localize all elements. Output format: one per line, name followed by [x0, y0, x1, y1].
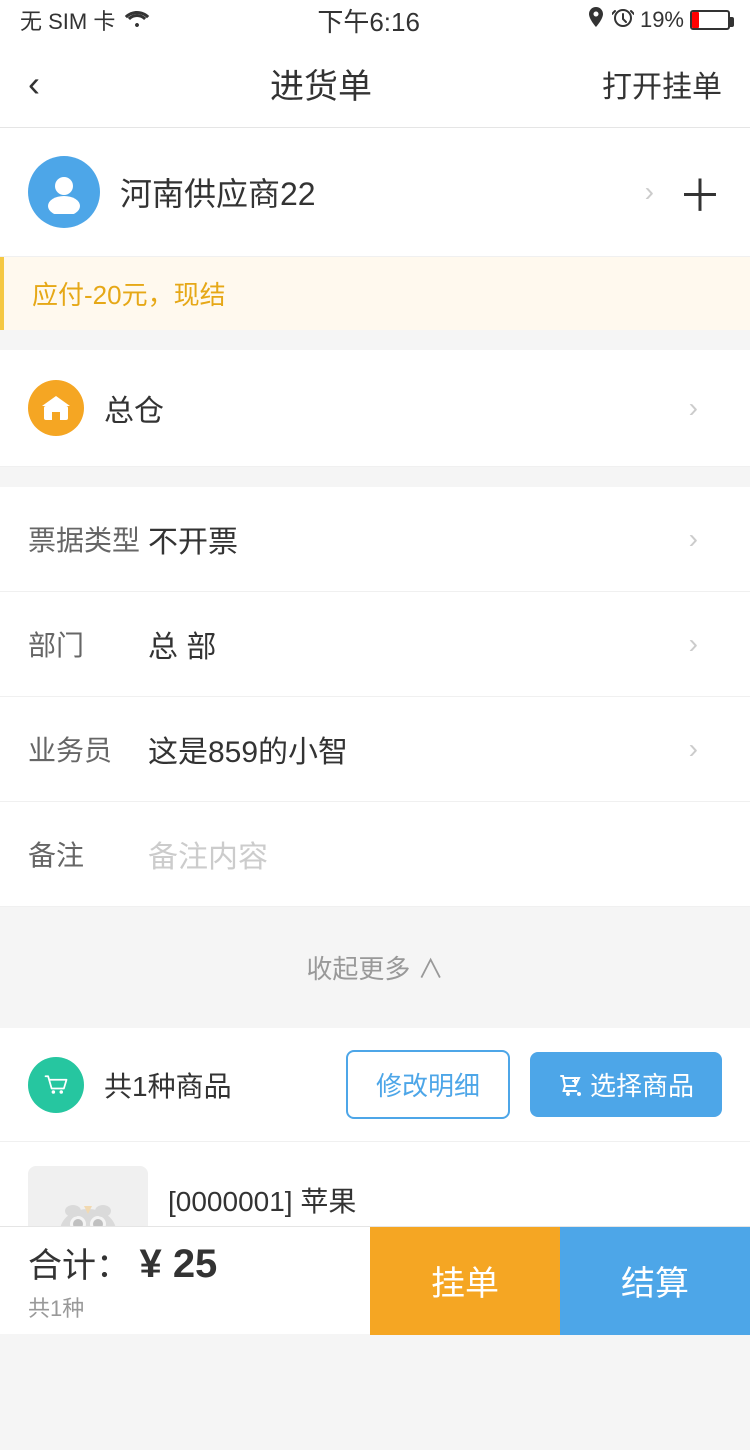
add-supplier-button[interactable]: ＋ — [678, 160, 722, 224]
department-label: 部门 — [28, 624, 148, 664]
back-button[interactable]: ‹ — [28, 63, 40, 105]
remark-label: 备注 — [28, 834, 148, 874]
supplier-name: 河南供应商22 — [120, 169, 645, 215]
total-value: ¥ 25 — [139, 1242, 217, 1286]
form-section: 票据类型 不开票 › 部门 总 部 › 业务员 这是859的小智 › 备注 备注… — [0, 487, 750, 907]
edit-detail-button[interactable]: 修改明细 — [346, 1050, 510, 1119]
product-code: [0000001] — [168, 1186, 293, 1217]
status-time: 下午6:16 — [317, 2, 420, 39]
ticket-type-label: 票据类型 — [28, 519, 148, 559]
salesman-label: 业务员 — [28, 729, 148, 769]
warehouse-section: 总仓 › — [0, 350, 750, 467]
department-row[interactable]: 部门 总 部 › — [0, 592, 750, 697]
ticket-type-value: 不开票 — [148, 517, 689, 561]
cart-plus-icon — [558, 1073, 582, 1097]
select-product-label: 选择商品 — [590, 1066, 694, 1103]
battery-icon — [690, 10, 730, 30]
product-cart-icon — [28, 1057, 84, 1113]
chevron-right-icon: › — [645, 176, 654, 208]
supplier-row[interactable]: 河南供应商22 › ＋ — [0, 128, 750, 257]
collapse-button[interactable]: 收起更多 ∧ — [0, 927, 750, 1008]
notice-bar: 应付-20元，现结 — [0, 257, 750, 330]
nav-bar: ‹ 进货单 打开挂单 — [0, 40, 750, 128]
warehouse-row[interactable]: 总仓 › — [0, 350, 750, 467]
salesman-row[interactable]: 业务员 这是859的小智 › — [0, 697, 750, 802]
status-right: 19% — [586, 7, 730, 33]
ticket-type-row[interactable]: 票据类型 不开票 › — [0, 487, 750, 592]
battery-fill — [692, 12, 699, 28]
open-pending-button[interactable]: 打开挂单 — [602, 62, 722, 106]
carrier-text: 无 SIM 卡 — [20, 4, 115, 36]
product-fruit-name: 苹果 — [300, 1186, 356, 1217]
warehouse-icon — [28, 380, 84, 436]
product-header: 共1种商品 修改明细 选择商品 — [0, 1028, 750, 1142]
department-value: 总 部 — [148, 622, 689, 666]
department-chevron-icon: › — [689, 628, 698, 660]
product-count-text: 共1种商品 — [104, 1065, 326, 1105]
pending-button[interactable]: 挂单 — [370, 1227, 560, 1335]
warehouse-chevron-icon: › — [689, 392, 698, 424]
select-product-button[interactable]: 选择商品 — [530, 1052, 722, 1117]
alarm-icon — [612, 7, 634, 33]
total-label: 合计： — [28, 1247, 130, 1285]
salesman-value: 这是859的小智 — [148, 727, 689, 771]
status-bar: 无 SIM 卡 下午6:16 19% — [0, 0, 750, 40]
supplier-section: 河南供应商22 › ＋ 应付-20元，现结 — [0, 128, 750, 330]
bottom-bar: 合计： ¥ 25 共1种 挂单 结算 — [0, 1226, 750, 1334]
product-name: [0000001] 苹果 — [168, 1180, 670, 1220]
warehouse-name: 总仓 — [104, 386, 689, 430]
salesman-chevron-icon: › — [689, 733, 698, 765]
remark-value: 备注内容 — [148, 832, 722, 876]
wifi-icon — [123, 7, 151, 33]
ticket-type-chevron-icon: › — [689, 523, 698, 555]
remark-row[interactable]: 备注 备注内容 — [0, 802, 750, 907]
location-icon — [586, 7, 606, 33]
page-title: 进货单 — [270, 59, 372, 108]
status-left: 无 SIM 卡 — [20, 4, 151, 36]
total-amount: 合计： ¥ 25 — [28, 1238, 342, 1287]
total-count: 共1种 — [28, 1291, 342, 1323]
supplier-avatar — [28, 156, 100, 228]
total-area: 合计： ¥ 25 共1种 — [0, 1238, 370, 1323]
checkout-button[interactable]: 结算 — [560, 1227, 750, 1335]
battery-text: 19% — [640, 7, 684, 33]
